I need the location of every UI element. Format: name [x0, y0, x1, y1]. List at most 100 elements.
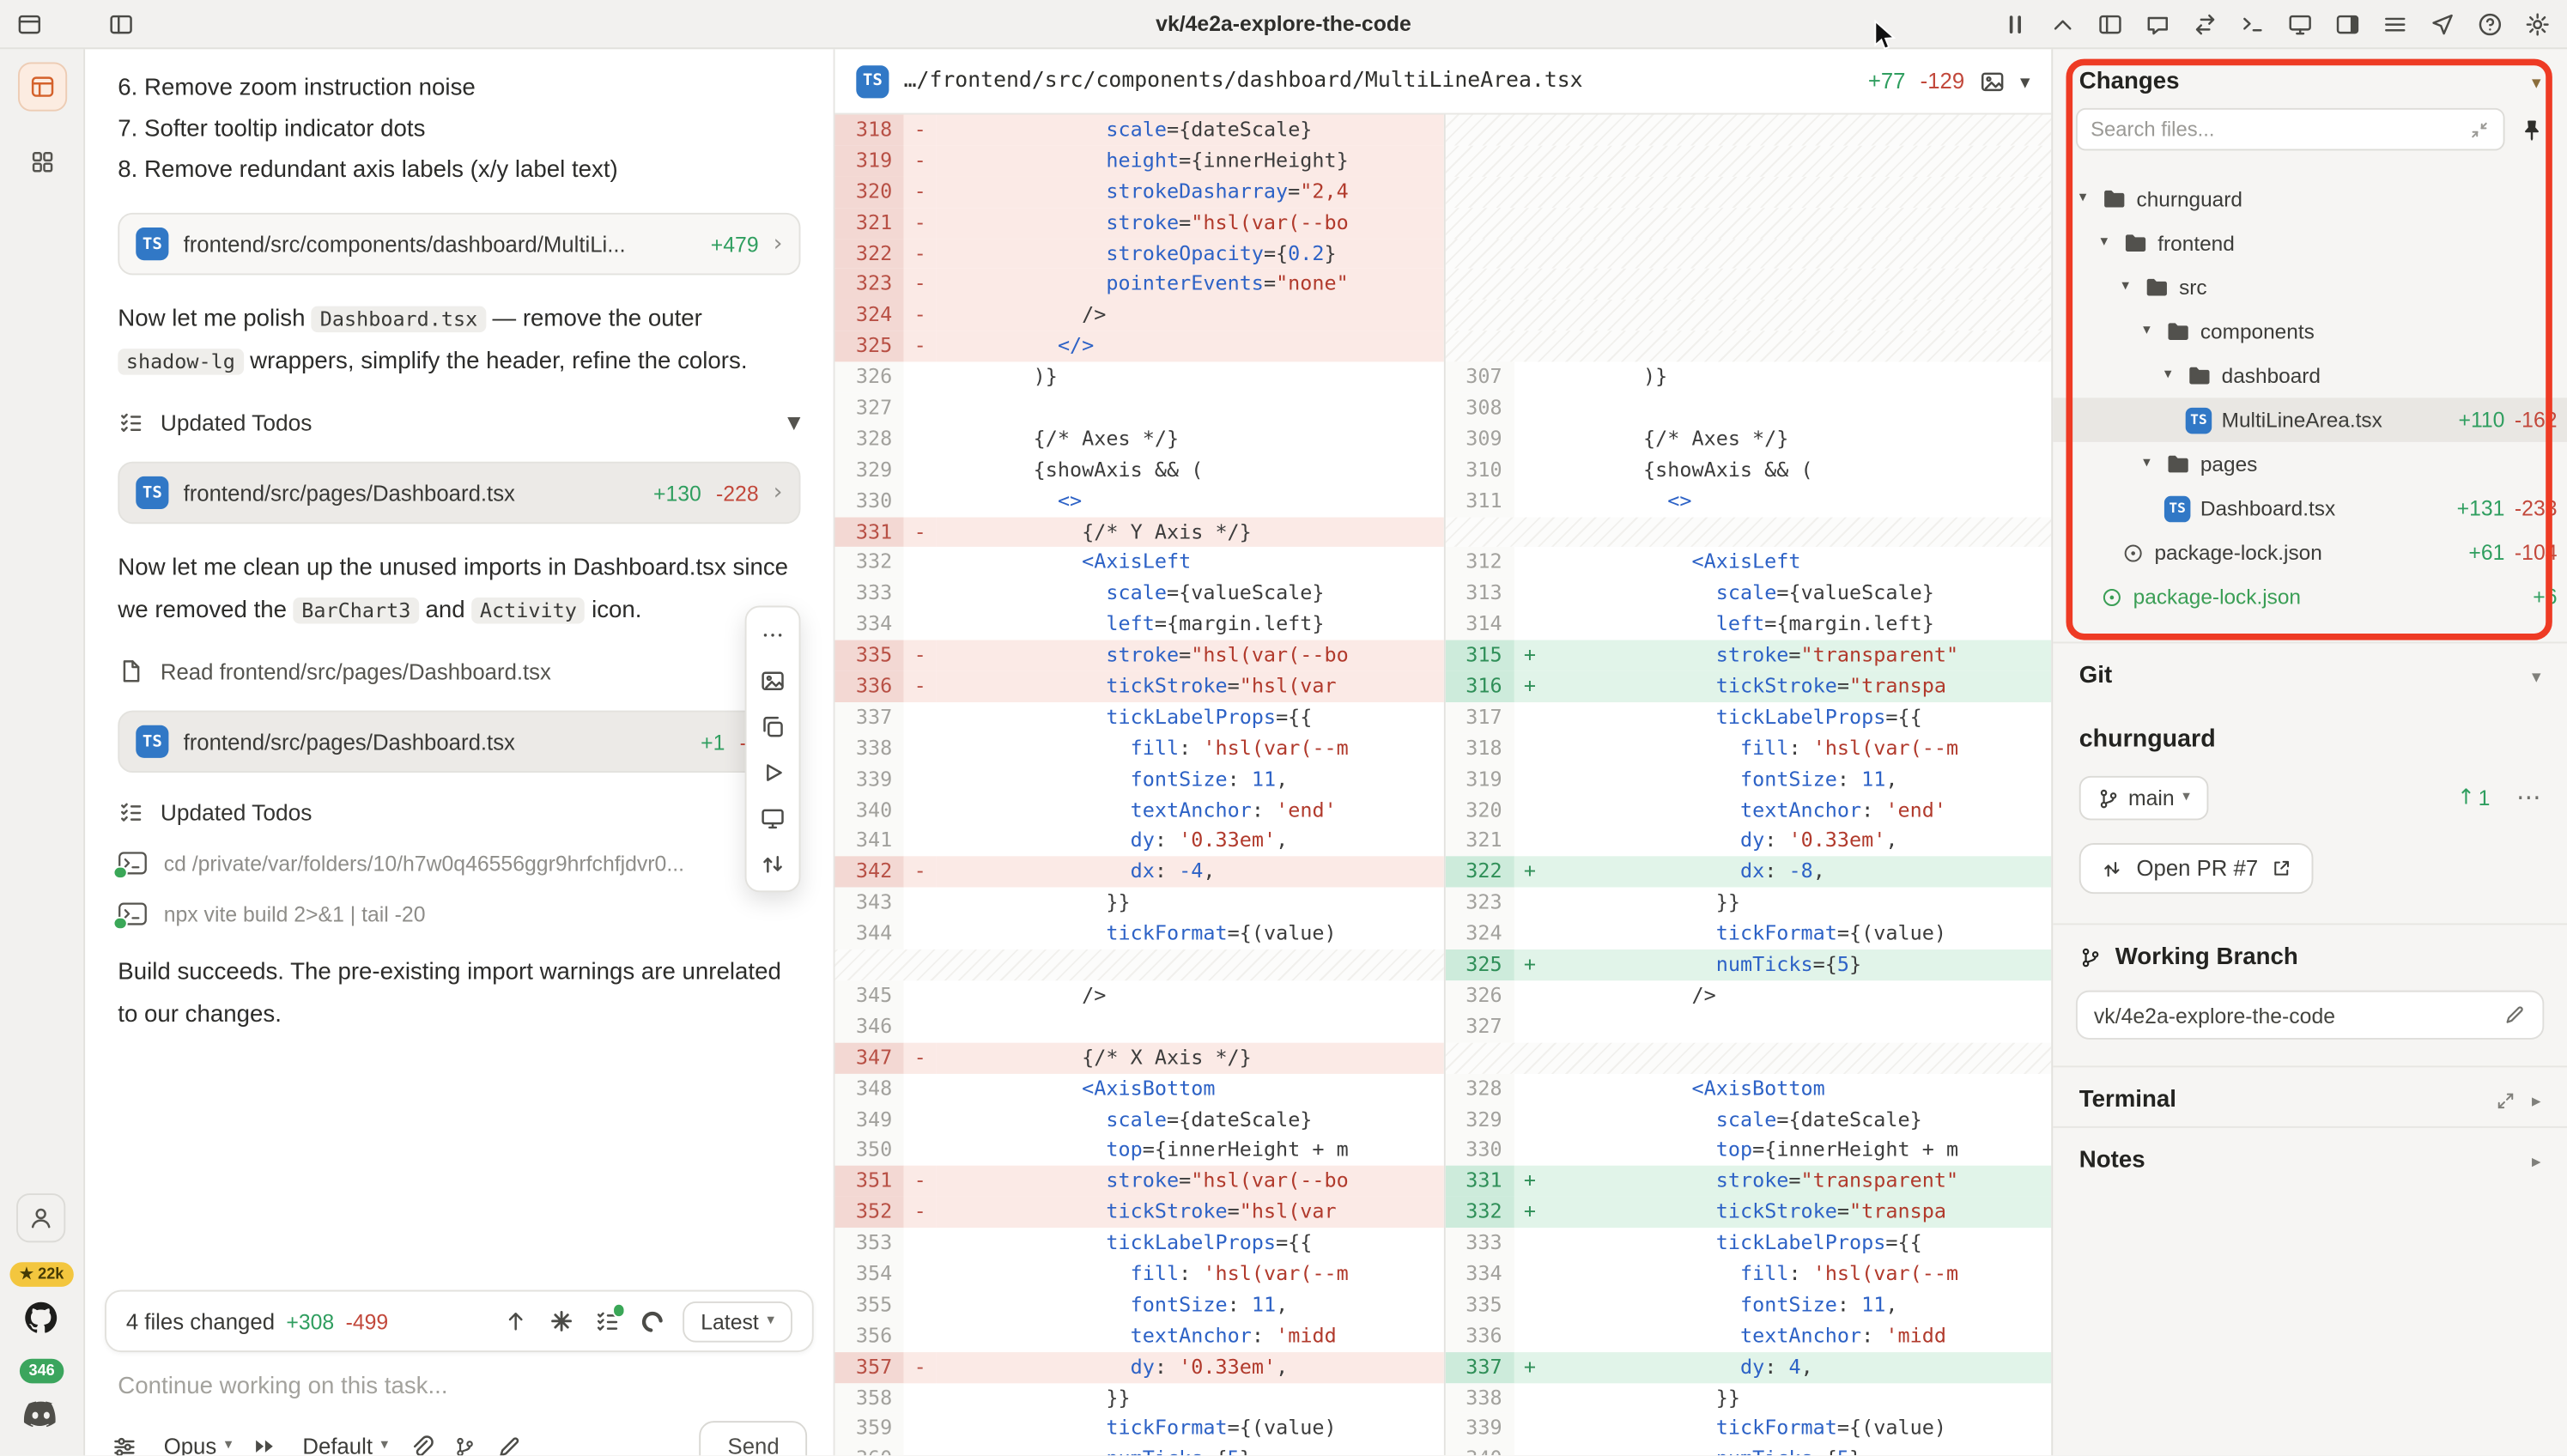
file-search[interactable] — [2076, 108, 2505, 151]
sparkle-icon[interactable] — [549, 1308, 575, 1335]
model-dropdown[interactable]: Opus ▾ — [164, 1435, 233, 1456]
folder-tree-item[interactable]: ▾churnguard — [2053, 177, 2567, 221]
removed-count: -162 — [2515, 408, 2558, 433]
open-pr-label: Open PR #7 — [2136, 856, 2258, 881]
help-icon[interactable] — [2477, 10, 2503, 37]
branch-icon[interactable] — [453, 1435, 476, 1456]
file-change-card[interactable]: TSfrontend/src/pages/Dashboard.tsx+1-5› — [118, 711, 800, 773]
account-button[interactable] — [17, 1194, 66, 1243]
folder-tree-item[interactable]: ▾dashboard — [2053, 354, 2567, 397]
window-icon[interactable] — [16, 10, 43, 37]
monitor-icon[interactable] — [2287, 10, 2314, 37]
diff-row: 324- /> — [835, 300, 1443, 331]
code-line: fontSize: 11, — [1546, 764, 2051, 795]
settings-icon[interactable] — [2524, 10, 2551, 37]
line-number: 352 — [835, 1197, 904, 1228]
screenshot-icon[interactable] — [750, 658, 794, 702]
github-button[interactable] — [17, 1294, 66, 1343]
projects-button[interactable] — [17, 137, 66, 186]
lock-icon — [2101, 585, 2124, 609]
mode-dropdown[interactable]: Default ▾ — [302, 1435, 388, 1456]
run-icon[interactable] — [750, 749, 794, 793]
file-change-card[interactable]: TSfrontend/src/pages/Dashboard.tsx+130-2… — [118, 462, 800, 524]
updated-todos-row[interactable]: Updated Todos▾ — [118, 799, 800, 826]
line-number: 359 — [835, 1413, 904, 1444]
code-line: tickLabelProps={{ — [1546, 1228, 2051, 1259]
line-number: 321 — [835, 208, 904, 239]
diff-marker — [904, 1228, 937, 1259]
paperclip-icon[interactable] — [408, 1434, 434, 1456]
layout-icon[interactable] — [108, 10, 135, 37]
line-number: 328 — [1445, 1073, 1514, 1104]
branch-row: main ▾ ↑ 1 ⋯ — [2053, 753, 2567, 820]
terminal-command-row[interactable]: npx vite build 2>&1 | tail -20 — [118, 902, 800, 927]
collapse-tree-icon[interactable] — [2469, 118, 2491, 140]
todo-check-icon[interactable] — [594, 1308, 621, 1335]
file-tree-item[interactable]: TSMultiLineArea.tsx+110-162 — [2053, 397, 2567, 441]
panel-right-icon[interactable] — [2334, 10, 2361, 37]
diff-row: 334 fill: 'hsl(var(--m — [1445, 1259, 2052, 1289]
code-line: scale={valueScale} — [937, 579, 1443, 610]
code-line: height={innerHeight} — [937, 146, 1443, 177]
code-line: <> — [937, 486, 1443, 517]
terminal-title: Terminal — [2079, 1087, 2176, 1113]
inline-code: BarChart3 — [294, 597, 419, 623]
latest-dropdown[interactable]: Latest ▾ — [683, 1301, 792, 1343]
swap-icon[interactable] — [2192, 10, 2218, 37]
updated-todos-row[interactable]: Updated Todos▾ — [118, 410, 800, 436]
pin-icon[interactable] — [2520, 117, 2545, 142]
message-input[interactable] — [105, 1353, 814, 1415]
copy-icon[interactable] — [750, 704, 794, 748]
changes-header[interactable]: Changes ▾ — [2053, 49, 2567, 108]
terminal-header[interactable]: Terminal ▸ — [2053, 1067, 2567, 1126]
notes-header[interactable]: Notes ▸ — [2053, 1128, 2567, 1187]
folder-tree-item[interactable]: ▾src — [2053, 265, 2567, 309]
file-tree-item[interactable]: TSDashboard.tsx+131-233 — [2053, 486, 2567, 530]
pen-icon[interactable] — [496, 1434, 523, 1456]
workspace-button[interactable] — [17, 62, 66, 111]
diff-row: 329 scale={dateScale} — [1445, 1104, 2052, 1135]
diff-marker — [1514, 1320, 1546, 1351]
image-diff-icon[interactable] — [1979, 68, 2006, 94]
folder-tree-item[interactable]: ▾frontend — [2053, 221, 2567, 264]
file-tree-item[interactable]: package-lock.json+6 — [2053, 574, 2567, 618]
edit-branch-icon[interactable] — [2503, 1004, 2527, 1027]
more-options-icon[interactable]: ⋯ — [2516, 786, 2541, 810]
read-file-row[interactable]: Read frontend/src/pages/Dashboard.tsx — [118, 658, 800, 685]
file-tree-item[interactable]: package-lock.json+61-104 — [2053, 531, 2567, 574]
git-header[interactable]: Git ▾ — [2053, 643, 2567, 702]
spinner-icon[interactable] — [640, 1309, 665, 1334]
share-icon[interactable] — [2430, 10, 2456, 37]
diff-row: 339 tickFormat={(value) — [1445, 1413, 2052, 1444]
collapse-icon[interactable] — [2049, 10, 2076, 37]
expand-icon[interactable] — [2496, 1089, 2517, 1111]
chat-bubble-icon[interactable] — [2145, 10, 2171, 37]
line-number: 325 — [835, 331, 904, 362]
chevron-down-icon[interactable]: ▾ — [2020, 71, 2030, 91]
menu-icon[interactable] — [2382, 10, 2409, 37]
terminal-command-label: cd /private/var/folders/10/h7w0q46556ggr… — [164, 852, 684, 877]
monitor-icon[interactable] — [750, 796, 794, 840]
working-branch-input[interactable]: vk/4e2a-explore-the-code — [2076, 991, 2544, 1040]
panel-left-icon[interactable] — [2097, 10, 2124, 37]
file-change-card[interactable]: TSfrontend/src/components/dashboard/Mult… — [118, 213, 800, 275]
discord-button[interactable] — [17, 1391, 66, 1440]
line-number: 320 — [1445, 795, 1514, 826]
send-button[interactable]: Send — [700, 1422, 807, 1456]
working-branch-header: Working Branch — [2053, 925, 2567, 977]
branch-dropdown[interactable]: main ▾ — [2079, 776, 2208, 820]
folder-tree-item[interactable]: ▾components — [2053, 309, 2567, 353]
terminal-icon[interactable] — [2240, 10, 2267, 37]
terminal-command-row[interactable]: cd /private/var/folders/10/h7w0q46556ggr… — [118, 852, 800, 877]
more-icon[interactable] — [750, 612, 794, 656]
arrow-up-icon[interactable] — [503, 1308, 530, 1335]
sliders-icon[interactable] — [112, 1434, 138, 1456]
compare-icon[interactable] — [750, 841, 794, 885]
folder-tree-item[interactable]: ▾pages — [2053, 442, 2567, 486]
pause-icon[interactable] — [2002, 10, 2029, 37]
forward-icon[interactable] — [252, 1435, 276, 1456]
open-pr-button[interactable]: Open PR #7 — [2079, 843, 2314, 894]
mode-label: Default — [302, 1435, 373, 1456]
folder-icon — [2166, 452, 2191, 476]
search-input[interactable] — [2091, 118, 2468, 141]
